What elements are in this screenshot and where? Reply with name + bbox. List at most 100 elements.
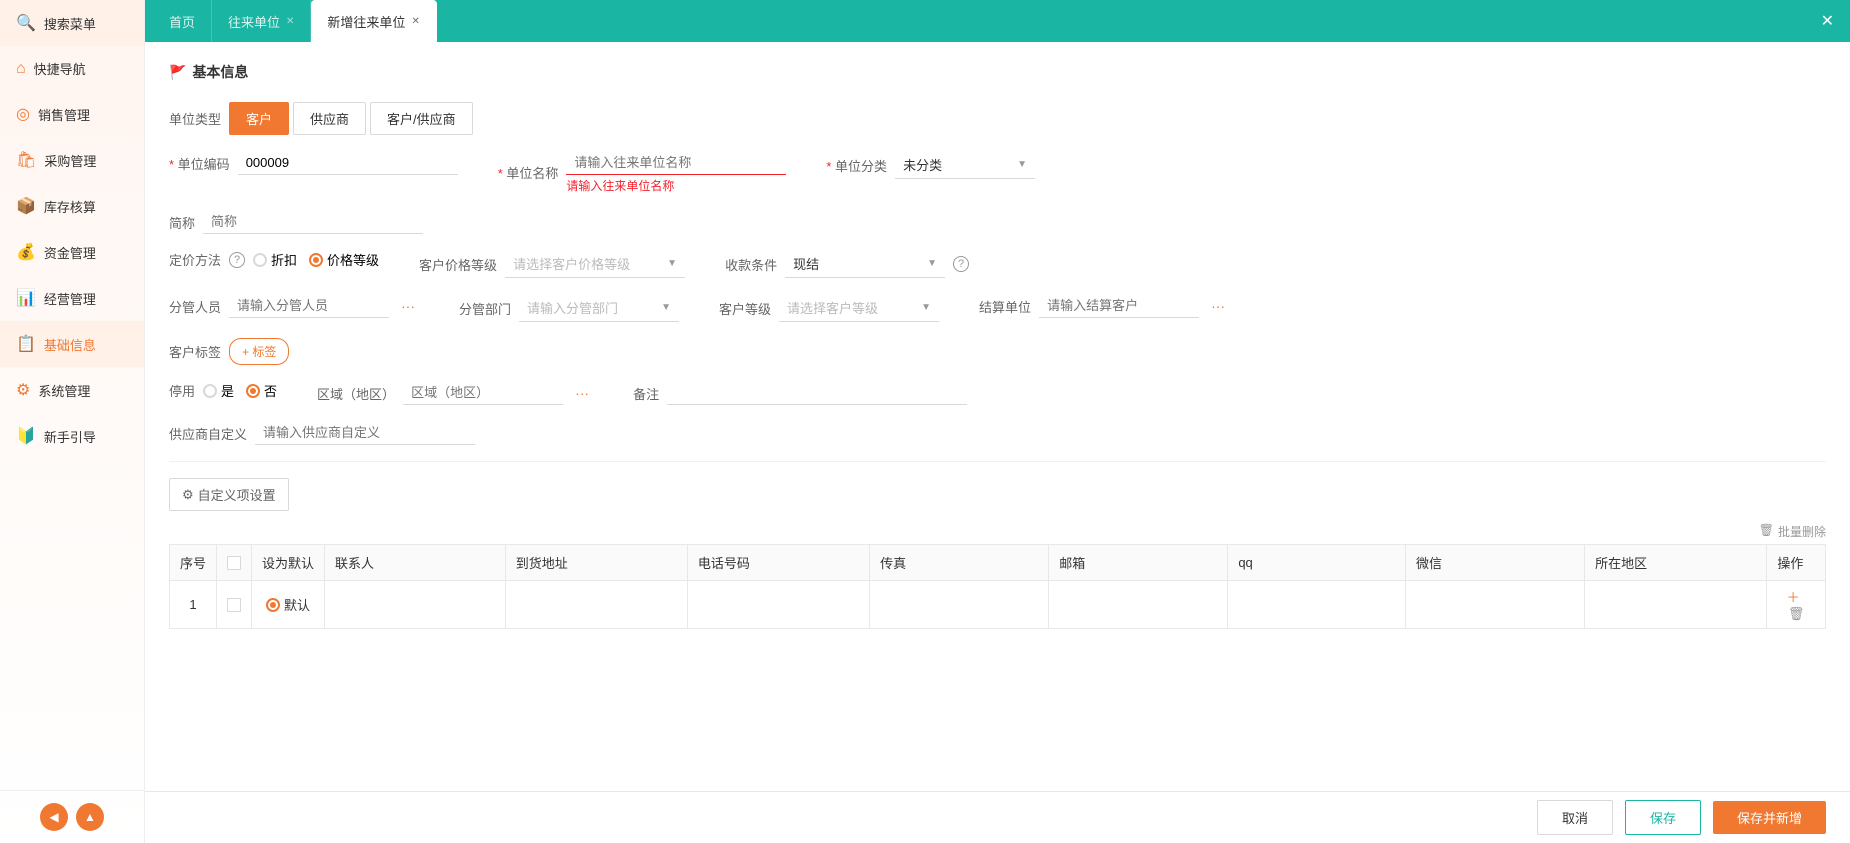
code-label: 单位编码 bbox=[169, 154, 230, 173]
unit-btn-customer[interactable]: 客户 bbox=[229, 102, 289, 135]
manager-row: 分管人员 ··· 分管部门 请输入分管部门 ▼ 客户等级 请选择客户等级 ▼ 结… bbox=[169, 294, 1826, 322]
category-select[interactable]: 未分类 ▼ bbox=[895, 151, 1035, 179]
sidebar-item-guide[interactable]: 🔰 新手引导 bbox=[0, 413, 144, 459]
tags-group: 客户标签 + 标签 bbox=[169, 338, 289, 365]
row-area bbox=[1585, 581, 1767, 629]
sidebar-item-business[interactable]: 📊 经营管理 bbox=[0, 275, 144, 321]
category-value: 未分类 bbox=[903, 155, 1013, 174]
cancel-button[interactable]: 取消 bbox=[1537, 800, 1613, 835]
customer-level-placeholder: 请选择客户等级 bbox=[787, 298, 917, 317]
row-delete-button[interactable]: 🗑 bbox=[1788, 606, 1805, 621]
settle-unit-label: 结算单位 bbox=[979, 297, 1031, 316]
save-new-button[interactable]: 保存并新增 bbox=[1713, 801, 1826, 834]
system-icon: ⚙ bbox=[16, 380, 30, 400]
area-input[interactable] bbox=[1595, 597, 1756, 612]
pricing-row: 定价方法 ? 折扣 价格等级 客户价格等级 请选择客户价格等级 bbox=[169, 250, 1826, 278]
sidebar-expand-button[interactable]: ◀ bbox=[40, 803, 68, 831]
radio-pricelevel[interactable]: 价格等级 bbox=[309, 250, 379, 269]
settle-unit-input[interactable] bbox=[1039, 294, 1199, 318]
payment-help-icon[interactable]: ? bbox=[953, 256, 969, 272]
sidebar-item-inventory[interactable]: 📦 库存核算 bbox=[0, 183, 144, 229]
row-checkbox-cell bbox=[217, 581, 252, 629]
wechat-input[interactable] bbox=[1416, 597, 1574, 612]
sidebar-bottom: ◀ ▲ bbox=[0, 790, 144, 843]
customer-price-select[interactable]: 请选择客户价格等级 ▼ bbox=[505, 250, 685, 278]
sidebar-item-system[interactable]: ⚙ 系统管理 bbox=[0, 367, 144, 413]
category-arrow-icon: ▼ bbox=[1017, 159, 1027, 170]
unit-btn-supplier[interactable]: 供应商 bbox=[293, 102, 366, 135]
row-checkbox[interactable] bbox=[227, 598, 241, 612]
sidebar-item-quicknav[interactable]: ⌂ 快捷导航 bbox=[0, 46, 144, 91]
sidebar-item-finance[interactable]: 💰 资金管理 bbox=[0, 229, 144, 275]
shortname-label: 简称 bbox=[169, 213, 195, 232]
tab-partners-close[interactable]: ✕ bbox=[286, 16, 294, 27]
region-more-button[interactable]: ··· bbox=[571, 385, 593, 401]
pricing-help-icon[interactable]: ? bbox=[229, 252, 245, 268]
sidebar-item-basic[interactable]: 📋 基础信息 bbox=[0, 321, 144, 367]
unit-btn-both[interactable]: 客户/供应商 bbox=[370, 102, 473, 135]
payment-label: 收款条件 bbox=[725, 255, 777, 274]
col-wechat: 微信 bbox=[1406, 545, 1585, 581]
sidebar-collapse-button[interactable]: ▲ bbox=[76, 803, 104, 831]
disable-region-row: 停用 是 否 区域（地区） ··· 备注 bbox=[169, 381, 1826, 405]
settle-unit-group: 结算单位 ··· bbox=[979, 294, 1229, 318]
name-group: 单位名称 请输入往来单位名称 bbox=[498, 151, 787, 194]
contact-input[interactable] bbox=[335, 597, 495, 612]
code-input[interactable] bbox=[238, 151, 458, 175]
row-add-button[interactable]: ＋ bbox=[1787, 590, 1800, 605]
tab-new-partner-close[interactable]: ✕ bbox=[411, 16, 419, 27]
fax-input[interactable] bbox=[880, 597, 1038, 612]
name-input[interactable] bbox=[566, 151, 786, 175]
col-address: 到货地址 bbox=[505, 545, 687, 581]
supplier-custom-input[interactable] bbox=[255, 421, 475, 445]
qq-input[interactable] bbox=[1238, 597, 1395, 612]
row-default-radio-circle bbox=[266, 598, 280, 612]
manager-more-button[interactable]: ··· bbox=[397, 298, 419, 314]
phone-input[interactable] bbox=[698, 597, 859, 612]
select-all-checkbox[interactable] bbox=[227, 556, 241, 570]
address-input[interactable] bbox=[516, 597, 677, 612]
row-default-radio[interactable]: 默认 bbox=[262, 595, 314, 614]
row-wechat bbox=[1406, 581, 1585, 629]
dept-select[interactable]: 请输入分管部门 ▼ bbox=[519, 294, 679, 322]
shortname-group: 简称 bbox=[169, 210, 423, 234]
tab-partners[interactable]: 往来单位 ✕ bbox=[212, 0, 311, 42]
payment-select[interactable]: 现结 ▼ bbox=[785, 250, 945, 278]
search-icon: 🔍 bbox=[16, 13, 36, 33]
manager-input[interactable] bbox=[229, 294, 389, 318]
remark-input[interactable] bbox=[667, 381, 967, 405]
email-input[interactable] bbox=[1059, 597, 1217, 612]
tab-home[interactable]: 首页 bbox=[153, 0, 212, 42]
unit-type-row: 单位类型 客户 供应商 客户/供应商 bbox=[169, 102, 1826, 135]
unit-type-buttons: 客户 供应商 客户/供应商 bbox=[229, 102, 473, 135]
gear-icon: ⚙ bbox=[182, 487, 194, 503]
section-title-basic: 🚩 基本信息 bbox=[169, 62, 1826, 82]
sidebar-item-sales[interactable]: ◎ 销售管理 bbox=[0, 91, 144, 137]
radio-discount[interactable]: 折扣 bbox=[253, 250, 297, 269]
sidebar-item-search[interactable]: 🔍 搜索菜单 bbox=[0, 0, 144, 46]
row-actions: ＋ 🗑 bbox=[1767, 581, 1826, 629]
tab-new-partner[interactable]: 新增往来单位 ✕ bbox=[311, 0, 436, 42]
save-button[interactable]: 保存 bbox=[1625, 800, 1701, 835]
region-input[interactable] bbox=[403, 381, 563, 405]
col-contact: 联系人 bbox=[325, 545, 506, 581]
add-tag-button[interactable]: + 标签 bbox=[229, 338, 289, 365]
business-icon: 📊 bbox=[16, 288, 36, 308]
pricing-label: 定价方法 bbox=[169, 250, 221, 269]
radio-disable-yes[interactable]: 是 bbox=[203, 381, 234, 400]
code-name-category-row: 单位编码 单位名称 请输入往来单位名称 单位分类 未分类 ▼ bbox=[169, 151, 1826, 194]
col-qq: qq bbox=[1228, 545, 1406, 581]
shortname-input[interactable] bbox=[203, 210, 423, 234]
batch-delete-button[interactable]: 批量删除 bbox=[1778, 523, 1826, 540]
custom-setting-button[interactable]: ⚙ 自定义项设置 bbox=[169, 478, 289, 511]
disable-label: 停用 bbox=[169, 381, 195, 400]
purchase-icon: 🛍 bbox=[16, 150, 36, 170]
customer-level-select[interactable]: 请选择客户等级 ▼ bbox=[779, 294, 939, 322]
radio-disable-no[interactable]: 否 bbox=[246, 381, 277, 400]
inventory-icon: 📦 bbox=[16, 196, 36, 216]
disable-group: 停用 是 否 bbox=[169, 381, 277, 400]
payment-arrow-icon: ▼ bbox=[927, 258, 937, 269]
settle-unit-more-button[interactable]: ··· bbox=[1207, 298, 1229, 314]
tab-bar-close-all[interactable]: ✕ bbox=[1813, 11, 1842, 31]
sidebar-item-purchase[interactable]: 🛍 采购管理 bbox=[0, 137, 144, 183]
